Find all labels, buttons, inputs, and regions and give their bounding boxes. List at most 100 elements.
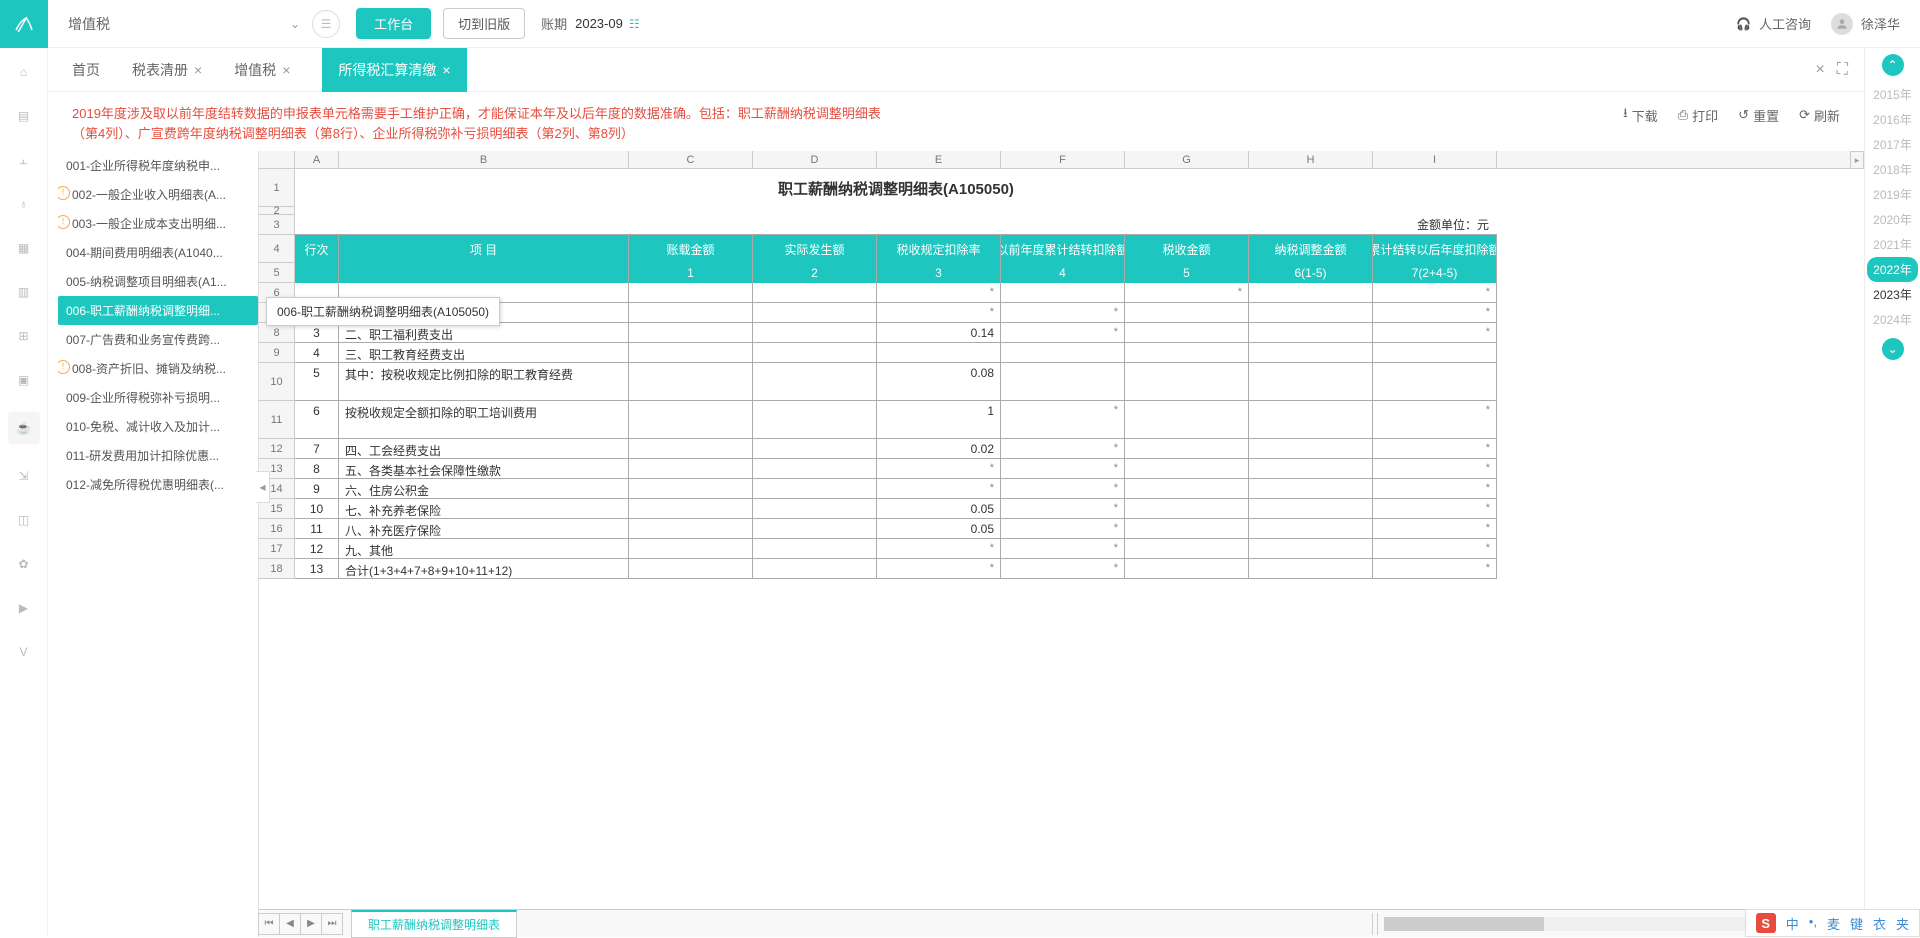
value-cell[interactable]: * (1001, 323, 1125, 343)
value-cell[interactable] (1125, 363, 1249, 401)
close-all-icon[interactable]: × (1815, 61, 1824, 79)
value-cell[interactable] (1249, 519, 1373, 539)
row-header[interactable]: 4 (259, 235, 295, 263)
nav-stamp-icon[interactable]: ⊞ (12, 324, 36, 348)
tax-type-dropdown[interactable]: 增值税 (68, 14, 110, 34)
form-item[interactable]: 009-企业所得税弥补亏损明... (58, 383, 258, 412)
nav-calendar-icon[interactable]: ▣ (12, 368, 36, 392)
col-header[interactable]: B (339, 151, 629, 168)
col-header[interactable]: E (877, 151, 1001, 168)
value-cell[interactable] (753, 499, 877, 519)
form-item[interactable]: 008-资产折旧、摊销及纳税... (58, 354, 258, 383)
refresh-button[interactable]: ⟳刷新 (1799, 104, 1840, 126)
value-cell[interactable] (753, 479, 877, 499)
tab-首页[interactable]: 首页 (72, 48, 100, 92)
year-item[interactable]: 2019年 (1867, 182, 1918, 207)
value-cell[interactable] (753, 539, 877, 559)
col-header[interactable]: I (1373, 151, 1497, 168)
value-cell[interactable]: * (1373, 323, 1497, 343)
value-cell[interactable]: * (1373, 499, 1497, 519)
form-item[interactable]: 004-期间费用明细表(A1040... (58, 238, 258, 267)
value-cell[interactable] (1249, 401, 1373, 439)
col-header[interactable]: A (295, 151, 339, 168)
value-cell[interactable] (1125, 479, 1249, 499)
value-cell[interactable] (629, 343, 753, 363)
ime-item[interactable]: •, (1809, 914, 1817, 933)
value-cell[interactable] (1249, 559, 1373, 579)
value-cell[interactable] (1125, 559, 1249, 579)
period-value[interactable]: 2023-09 (575, 16, 623, 31)
sheet-nav-last[interactable]: ⏭ (321, 913, 343, 935)
value-cell[interactable]: * (1373, 401, 1497, 439)
nav-settings-icon[interactable]: ✿ (12, 552, 36, 576)
value-cell[interactable]: * (1373, 439, 1497, 459)
tab-税表清册[interactable]: 税表清册× (132, 48, 202, 92)
form-item[interactable]: 007-广告费和业务宣传费跨... (58, 325, 258, 354)
value-cell[interactable] (1125, 401, 1249, 439)
value-cell[interactable] (1249, 363, 1373, 401)
tab-增值税[interactable]: 增值税× (234, 48, 290, 92)
row-header[interactable]: 3 (259, 215, 295, 235)
value-cell[interactable] (629, 459, 753, 479)
headset-icon[interactable]: 🎧 (1736, 17, 1751, 31)
value-cell[interactable] (629, 479, 753, 499)
year-scroll-down[interactable]: ⌄ (1882, 338, 1904, 360)
ime-item[interactable]: 键 (1850, 914, 1863, 933)
value-cell[interactable] (629, 499, 753, 519)
value-cell[interactable] (629, 303, 753, 323)
year-item[interactable]: 2024年 (1867, 307, 1918, 332)
value-cell[interactable] (753, 459, 877, 479)
value-cell[interactable]: * (877, 303, 1001, 323)
value-cell[interactable]: * (877, 459, 1001, 479)
sheet-nav-first[interactable]: ⏮ (258, 913, 280, 935)
switch-version-button[interactable]: 切到旧版 (443, 8, 525, 39)
row-header[interactable]: 1 (259, 169, 295, 207)
workspace-button[interactable]: 工作台 (356, 8, 431, 39)
form-item[interactable]: 003-一般企业成本支出明细... (58, 209, 258, 238)
value-cell[interactable] (629, 519, 753, 539)
value-cell[interactable] (753, 343, 877, 363)
value-cell[interactable]: * (1373, 479, 1497, 499)
value-cell[interactable]: * (1001, 539, 1125, 559)
row-header[interactable]: 18 (259, 559, 295, 579)
value-cell[interactable]: * (1001, 401, 1125, 439)
value-cell[interactable] (1373, 343, 1497, 363)
value-cell[interactable]: * (1001, 439, 1125, 459)
value-cell[interactable] (1249, 459, 1373, 479)
year-item[interactable]: 2017年 (1867, 132, 1918, 157)
nav-video-icon[interactable]: ▶ (12, 596, 36, 620)
year-item[interactable]: 2021年 (1867, 232, 1918, 257)
avatar[interactable] (1831, 13, 1853, 35)
nav-tax-icon[interactable]: ☕ (8, 412, 40, 444)
row-header[interactable]: 8 (259, 323, 295, 343)
value-cell[interactable]: * (1001, 499, 1125, 519)
calendar-icon[interactable]: ☷ (629, 17, 640, 31)
form-item[interactable]: 005-纳税调整项目明细表(A1... (58, 267, 258, 296)
value-cell[interactable] (753, 401, 877, 439)
ime-item[interactable]: 麦 (1827, 914, 1840, 933)
value-cell[interactable]: * (877, 283, 1001, 303)
value-cell[interactable] (1125, 459, 1249, 479)
value-cell[interactable] (753, 283, 877, 303)
value-cell[interactable]: * (1373, 283, 1497, 303)
value-cell[interactable]: 0.02 (877, 439, 1001, 459)
tab-close-icon[interactable]: × (194, 62, 202, 78)
tab-close-icon[interactable]: × (442, 62, 450, 78)
value-cell[interactable] (1249, 499, 1373, 519)
value-cell[interactable] (629, 401, 753, 439)
value-cell[interactable] (1125, 439, 1249, 459)
col-header[interactable]: C (629, 151, 753, 168)
value-cell[interactable] (1125, 499, 1249, 519)
collapse-handle[interactable]: ◂ (256, 471, 270, 503)
year-item[interactable]: 2020年 (1867, 207, 1918, 232)
row-header[interactable]: 12 (259, 439, 295, 459)
row-header[interactable]: 9 (259, 343, 295, 363)
value-cell[interactable] (753, 439, 877, 459)
year-scroll-up[interactable]: ⌃ (1882, 54, 1904, 76)
col-header[interactable]: G (1125, 151, 1249, 168)
nav-bag-icon[interactable]: ♁ (12, 192, 36, 216)
value-cell[interactable]: 0.14 (877, 323, 1001, 343)
value-cell[interactable]: 0.05 (877, 499, 1001, 519)
sheet-tab[interactable]: 职工薪酬纳税调整明细表 (351, 910, 517, 938)
sheet-nav-prev[interactable]: ◀ (279, 913, 301, 935)
